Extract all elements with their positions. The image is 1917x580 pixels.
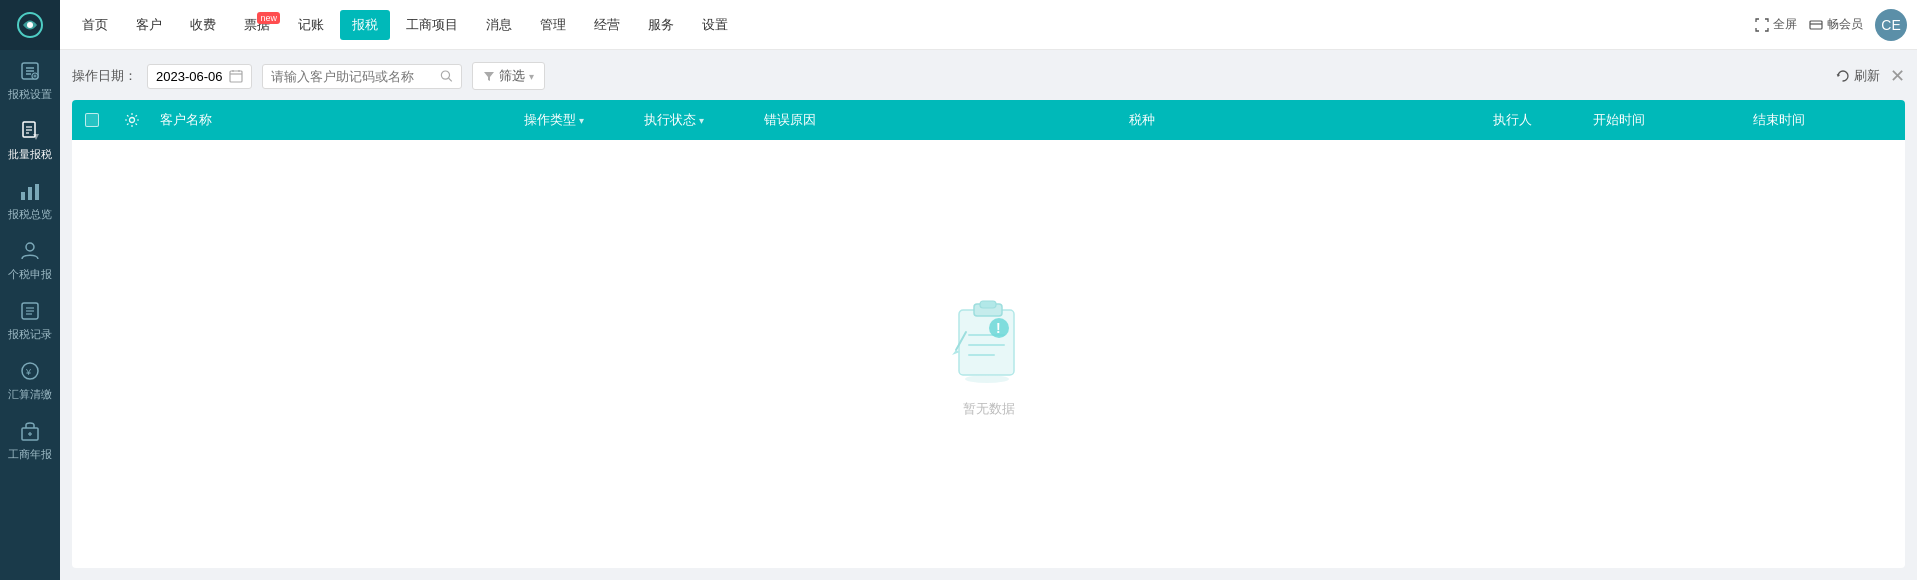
nav-item-messages[interactable]: 消息 bbox=[474, 10, 524, 40]
tax-summary-icon bbox=[17, 178, 43, 204]
svg-rect-37 bbox=[980, 301, 996, 308]
svg-rect-28 bbox=[230, 71, 242, 82]
th-start-time: 开始时间 bbox=[1585, 111, 1745, 129]
empty-state: ! 暂无数据 bbox=[944, 290, 1034, 418]
sidebar-item-tax-summary-label: 报税总览 bbox=[8, 207, 52, 222]
fullscreen-icon bbox=[1755, 18, 1769, 32]
nav-item-accounts[interactable]: 记账 bbox=[286, 10, 336, 40]
svg-point-16 bbox=[26, 243, 34, 251]
date-label: 操作日期： bbox=[72, 67, 137, 85]
sidebar-item-settlement-label: 汇算清缴 bbox=[8, 387, 52, 402]
sidebar-item-batch-tax[interactable]: 批量报税 bbox=[0, 110, 60, 170]
batch-tax-icon bbox=[17, 118, 43, 144]
operation-type-filter-icon: ▾ bbox=[579, 115, 584, 126]
empty-text: 暂无数据 bbox=[963, 400, 1015, 418]
th-end-time: 结束时间 bbox=[1745, 111, 1905, 129]
sidebar-item-tax-records-label: 报税记录 bbox=[8, 327, 52, 342]
svg-rect-26 bbox=[1810, 21, 1822, 29]
nav-item-billing[interactable]: 收费 bbox=[178, 10, 228, 40]
chevron-down-icon: ▾ bbox=[529, 71, 534, 82]
nav-item-management[interactable]: 管理 bbox=[528, 10, 578, 40]
content-area: 操作日期： 2023-06-06 bbox=[60, 50, 1917, 580]
svg-text:¥: ¥ bbox=[25, 367, 32, 377]
svg-point-45 bbox=[965, 375, 1009, 383]
sidebar-item-batch-tax-label: 批量报税 bbox=[8, 147, 52, 162]
member-icon bbox=[1809, 18, 1823, 32]
nav-item-tax[interactable]: 报税 bbox=[340, 10, 390, 40]
app-logo bbox=[0, 0, 60, 50]
sidebar-item-tax-settings-label: 报税设置 bbox=[8, 87, 52, 102]
nav-right: 全屏 畅会员 CE bbox=[1755, 9, 1907, 41]
nav-items: 首页 客户 收费 票据 new 记账 报税 工商项目 消息 管理 经营 服务 设… bbox=[70, 10, 1755, 40]
svg-rect-15 bbox=[35, 184, 39, 200]
empty-illustration: ! bbox=[944, 290, 1034, 390]
th-executor: 执行人 bbox=[1485, 111, 1585, 129]
search-input[interactable] bbox=[271, 69, 436, 84]
sidebar-item-tax-settings[interactable]: 报税设置 bbox=[0, 50, 60, 110]
table-container: 客户名称 操作类型 ▾ 执行状态 ▾ 错误原因 税种 执行人 bbox=[72, 100, 1905, 568]
top-nav: 首页 客户 收费 票据 new 记账 报税 工商项目 消息 管理 经营 服务 设… bbox=[60, 0, 1917, 50]
sidebar-item-personal-tax-label: 个税申报 bbox=[8, 267, 52, 282]
main-area: 首页 客户 收费 票据 new 记账 报税 工商项目 消息 管理 经营 服务 设… bbox=[60, 0, 1917, 580]
filter-button[interactable]: 筛选 ▾ bbox=[472, 62, 545, 90]
fullscreen-button[interactable]: 全屏 bbox=[1755, 16, 1797, 33]
refresh-button[interactable]: 刷新 bbox=[1836, 67, 1880, 85]
tax-settings-icon bbox=[17, 58, 43, 84]
th-error-reason: 错误原因 bbox=[756, 111, 1120, 129]
exec-status-filter-icon: ▾ bbox=[699, 115, 704, 126]
svg-line-33 bbox=[448, 78, 451, 81]
sidebar-item-tax-records[interactable]: 报税记录 bbox=[0, 290, 60, 350]
date-picker[interactable]: 2023-06-06 bbox=[147, 64, 252, 89]
svg-text:!: ! bbox=[996, 320, 1001, 336]
sidebar-item-settlement[interactable]: ¥ 汇算清缴 bbox=[0, 350, 60, 410]
nav-item-services[interactable]: 服务 bbox=[636, 10, 686, 40]
th-customer-name: 客户名称 bbox=[152, 111, 516, 129]
sidebar-item-annual-report[interactable]: 工商年报 bbox=[0, 410, 60, 470]
select-all-checkbox[interactable] bbox=[85, 113, 99, 127]
svg-rect-14 bbox=[28, 187, 32, 200]
svg-point-34 bbox=[130, 118, 135, 123]
th-operation-type[interactable]: 操作类型 ▾ bbox=[516, 111, 636, 129]
nav-item-business[interactable]: 工商项目 bbox=[394, 10, 470, 40]
annual-report-icon bbox=[17, 418, 43, 444]
filter-label: 筛选 bbox=[499, 67, 525, 85]
refresh-label: 刷新 bbox=[1854, 67, 1880, 85]
svg-rect-35 bbox=[959, 310, 1014, 375]
close-button[interactable]: ✕ bbox=[1890, 67, 1905, 85]
table-body: ! 暂无数据 bbox=[72, 140, 1905, 568]
nav-item-settings[interactable]: 设置 bbox=[690, 10, 740, 40]
nav-item-invoice[interactable]: 票据 new bbox=[232, 10, 282, 40]
sidebar: 报税设置 批量报税 报税总览 bbox=[0, 0, 60, 580]
settings-icon bbox=[124, 112, 140, 128]
search-box[interactable] bbox=[262, 64, 462, 89]
table-header: 客户名称 操作类型 ▾ 执行状态 ▾ 错误原因 税种 执行人 bbox=[72, 100, 1905, 140]
sidebar-item-tax-summary[interactable]: 报税总览 bbox=[0, 170, 60, 230]
personal-tax-icon bbox=[17, 238, 43, 264]
tax-records-icon bbox=[17, 298, 43, 324]
nav-item-home[interactable]: 首页 bbox=[70, 10, 120, 40]
svg-rect-13 bbox=[21, 192, 25, 200]
svg-point-32 bbox=[441, 71, 449, 79]
nav-item-operations[interactable]: 经营 bbox=[582, 10, 632, 40]
member-button[interactable]: 畅会员 bbox=[1809, 16, 1863, 33]
sidebar-item-annual-report-label: 工商年报 bbox=[8, 447, 52, 462]
user-avatar[interactable]: CE bbox=[1875, 9, 1907, 41]
search-icon bbox=[440, 69, 453, 83]
calendar-icon bbox=[229, 69, 243, 83]
th-checkbox[interactable] bbox=[72, 113, 112, 127]
th-exec-status[interactable]: 执行状态 ▾ bbox=[636, 111, 756, 129]
th-settings[interactable] bbox=[112, 112, 152, 128]
nav-item-customers[interactable]: 客户 bbox=[124, 10, 174, 40]
refresh-icon bbox=[1836, 69, 1850, 83]
filter-icon bbox=[483, 70, 495, 82]
settlement-icon: ¥ bbox=[17, 358, 43, 384]
new-badge: new bbox=[257, 12, 280, 25]
toolbar: 操作日期： 2023-06-06 bbox=[72, 62, 1905, 90]
sidebar-item-personal-tax[interactable]: 个税申报 bbox=[0, 230, 60, 290]
date-value: 2023-06-06 bbox=[156, 69, 223, 84]
svg-point-1 bbox=[27, 22, 33, 28]
th-tax-type: 税种 bbox=[1121, 111, 1485, 129]
